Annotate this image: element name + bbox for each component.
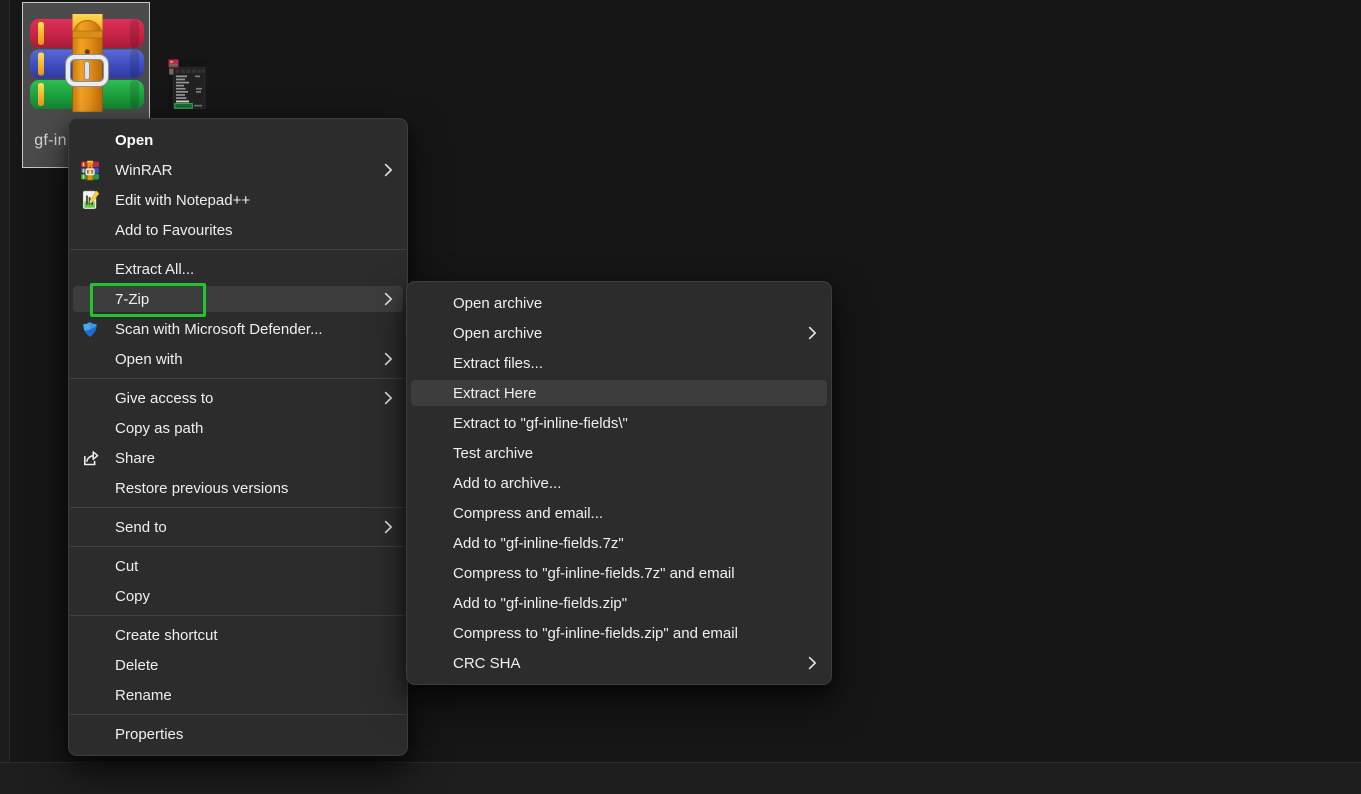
chevron-right-icon: [384, 291, 393, 307]
menu-item-extract-here[interactable]: Extract Here: [411, 378, 827, 408]
winrar-archive-icon: [30, 13, 144, 113]
notepadpp-icon: [80, 190, 100, 211]
menu-item-label: Compress to "gf-inline-fields.7z" and em…: [453, 564, 735, 582]
annotation-highlight-box: [90, 283, 206, 317]
menu-item-add-to-favourites[interactable]: Add to Favourites: [73, 215, 403, 245]
chevron-right-icon: [384, 162, 393, 178]
share-icon: [80, 448, 100, 469]
menu-item-add-to-gf-inline-fields-7z[interactable]: Add to "gf-inline-fields.7z": [411, 528, 827, 558]
menu-item-label: Restore previous versions: [115, 479, 289, 497]
menu-item-label: Compress and email...: [453, 504, 604, 522]
menu-item-extract-to-gf-inline-fields[interactable]: Extract to "gf-inline-fields\": [411, 408, 827, 438]
chevron-right-icon: [808, 325, 817, 341]
menu-item-label: Add to "gf-inline-fields.7z": [453, 534, 624, 552]
menu-item-add-to-gf-inline-fields-zip[interactable]: Add to "gf-inline-fields.zip": [411, 588, 827, 618]
menu-item-label: Open archive: [453, 294, 543, 312]
menu-item-delete[interactable]: Delete: [73, 650, 403, 680]
menu-item-restore-previous-versions[interactable]: Restore previous versions: [73, 473, 403, 503]
menu-item-crc-sha[interactable]: CRC SHA: [411, 648, 827, 678]
menu-item-cut[interactable]: Cut: [73, 551, 403, 581]
menu-item-label: Edit with Notepad++: [115, 191, 251, 209]
menu-item-compress-and-email[interactable]: Compress and email...: [411, 498, 827, 528]
menu-item-send-to[interactable]: Send to: [73, 512, 403, 542]
menu-item-label: CRC SHA: [453, 654, 521, 672]
menu-item-open-archive[interactable]: Open archive: [411, 288, 827, 318]
defender-icon: [80, 319, 100, 340]
chevron-right-icon: [384, 351, 393, 367]
desktop-bottom-strip: [0, 762, 1361, 794]
menu-item-label: Open archive: [453, 324, 543, 342]
chevron-right-icon: [384, 390, 393, 406]
menu-item-share[interactable]: Share: [73, 443, 403, 473]
menu-item-compress-to-gf-inline-fields-7z-and-email[interactable]: Compress to "gf-inline-fields.7z" and em…: [411, 558, 827, 588]
menu-item-open[interactable]: Open: [73, 125, 403, 155]
menu-item-extract-all[interactable]: Extract All...: [73, 254, 403, 284]
menu-item-label: Extract to "gf-inline-fields\": [453, 414, 628, 432]
menu-item-open-archive[interactable]: Open archive: [411, 318, 827, 348]
menu-item-copy-as-path[interactable]: Copy as path: [73, 413, 403, 443]
menu-item-rename[interactable]: Rename: [73, 680, 403, 710]
menu-separator: [70, 714, 406, 715]
menu-item-label: Open with: [115, 350, 183, 368]
menu-item-label: Properties: [115, 725, 184, 743]
menu-item-label: Delete: [115, 656, 159, 674]
menu-item-winrar[interactable]: WinRAR: [73, 155, 403, 185]
menu-separator: [70, 249, 406, 250]
menu-item-label: Share: [115, 449, 156, 467]
menu-item-label: Extract All...: [115, 260, 195, 278]
menu-item-label: Cut: [115, 557, 139, 575]
menu-item-test-archive[interactable]: Test archive: [411, 438, 827, 468]
menu-item-label: Rename: [115, 686, 172, 704]
menu-separator: [70, 546, 406, 547]
menu-separator: [70, 507, 406, 508]
menu-item-label: Open: [115, 131, 154, 149]
menu-item-label: Extract Here: [453, 384, 537, 402]
menu-item-create-shortcut[interactable]: Create shortcut: [73, 620, 403, 650]
menu-item-label: Give access to: [115, 389, 214, 407]
menu-item-label: Copy: [115, 587, 151, 605]
chevron-right-icon: [808, 655, 817, 671]
chevron-right-icon: [384, 519, 393, 535]
7zip-submenu: Open archive Open archive Extract files...…: [407, 282, 831, 684]
desktop-left-edge: [0, 0, 10, 794]
menu-item-scan-with-microsoft-defender[interactable]: Scan with Microsoft Defender...: [73, 314, 403, 344]
menu-item-label: Compress to "gf-inline-fields.zip" and e…: [453, 624, 738, 642]
menu-item-label: Scan with Microsoft Defender...: [115, 320, 323, 338]
menu-item-compress-to-gf-inline-fields-zip-and-email[interactable]: Compress to "gf-inline-fields.zip" and e…: [411, 618, 827, 648]
screenshot-thumbnail-icon: [168, 59, 206, 111]
menu-separator: [70, 378, 406, 379]
winrar-icon: [80, 160, 100, 181]
menu-item-label: Extract files...: [453, 354, 544, 372]
menu-separator: [70, 615, 406, 616]
menu-item-label: Send to: [115, 518, 167, 536]
menu-item-label: Add to Favourites: [115, 221, 233, 239]
menu-item-add-to-archive[interactable]: Add to archive...: [411, 468, 827, 498]
menu-item-edit-with-notepad[interactable]: Edit with Notepad++: [73, 185, 403, 215]
menu-item-copy[interactable]: Copy: [73, 581, 403, 611]
menu-item-properties[interactable]: Properties: [73, 719, 403, 749]
menu-item-label: Add to "gf-inline-fields.zip": [453, 594, 628, 612]
menu-item-label: Test archive: [453, 444, 534, 462]
context-menu: Open WinRAR Edit with Notepad++ Add to Favo…: [69, 119, 407, 755]
menu-item-open-with[interactable]: Open with: [73, 344, 403, 374]
menu-item-label: WinRAR: [115, 161, 173, 179]
menu-item-extract-files[interactable]: Extract files...: [411, 348, 827, 378]
menu-item-label: Copy as path: [115, 419, 204, 437]
menu-item-give-access-to[interactable]: Give access to: [73, 383, 403, 413]
menu-item-label: Create shortcut: [115, 626, 218, 644]
menu-item-label: Add to archive...: [453, 474, 562, 492]
